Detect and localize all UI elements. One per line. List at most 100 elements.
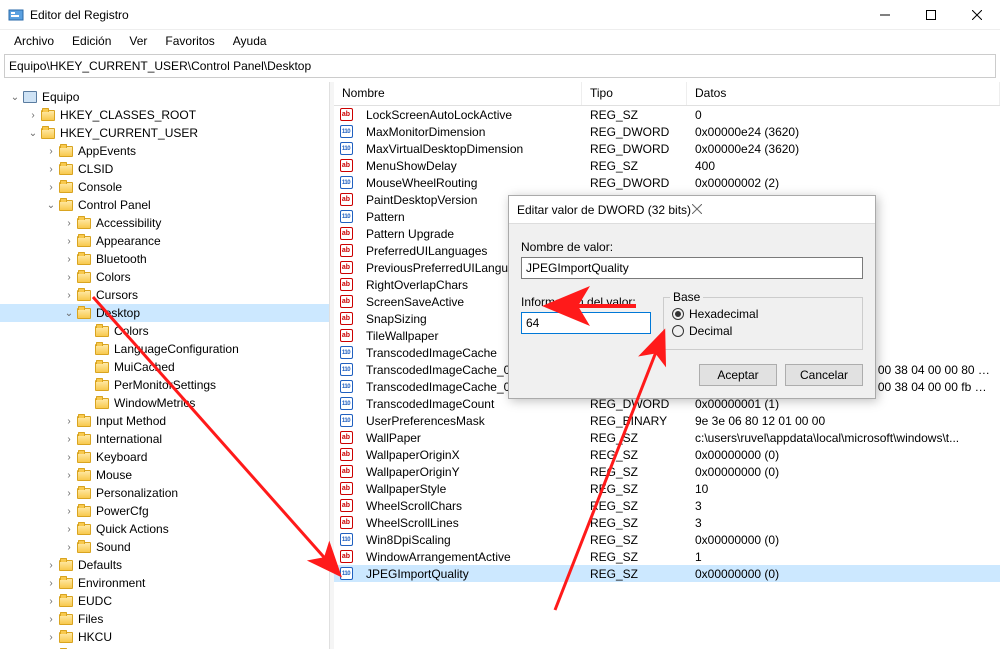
radio-hex[interactable]: Hexadecimal <box>672 307 854 321</box>
chevron-icon[interactable]: ⌄ <box>62 308 76 319</box>
tree-label: Defaults <box>78 558 122 572</box>
data-input[interactable] <box>521 312 651 334</box>
tree-node[interactable]: ›Cursors <box>0 286 329 304</box>
tree-node[interactable]: ›Keyboard <box>0 448 329 466</box>
chevron-icon[interactable]: › <box>62 416 76 427</box>
tree-node[interactable]: ›Accessibility <box>0 214 329 232</box>
chevron-icon[interactable]: › <box>62 290 76 301</box>
value-row[interactable]: abWindowArrangementActiveREG_SZ1 <box>334 548 1000 565</box>
chevron-icon[interactable]: › <box>62 452 76 463</box>
name-input[interactable] <box>521 257 863 279</box>
tree-node[interactable]: LanguageConfiguration <box>0 340 329 358</box>
computer-icon <box>22 90 38 104</box>
chevron-icon[interactable]: › <box>44 596 58 607</box>
tree-label: PowerCfg <box>96 504 149 518</box>
tree-node[interactable]: ⌄Equipo <box>0 88 329 106</box>
tree-node[interactable]: ›Files <box>0 610 329 628</box>
minimize-button[interactable] <box>862 0 908 30</box>
menu-ver[interactable]: Ver <box>121 32 155 50</box>
chevron-icon[interactable]: › <box>44 614 58 625</box>
col-name[interactable]: Nombre <box>334 82 582 105</box>
chevron-icon[interactable]: › <box>62 254 76 265</box>
col-data[interactable]: Datos <box>687 82 1000 105</box>
tree-node[interactable]: ⌄Control Panel <box>0 196 329 214</box>
address-bar[interactable]: Equipo\HKEY_CURRENT_USER\Control Panel\D… <box>4 54 996 78</box>
chevron-icon[interactable]: › <box>44 164 58 175</box>
value-row[interactable]: abMenuShowDelayREG_SZ400 <box>334 157 1000 174</box>
value-row[interactable]: 110Win8DpiScalingREG_SZ0x00000000 (0) <box>334 531 1000 548</box>
menu-archivo[interactable]: Archivo <box>6 32 62 50</box>
dialog-titlebar[interactable]: Editar valor de DWORD (32 bits) <box>509 196 875 224</box>
tree-node[interactable]: ›Colors <box>0 268 329 286</box>
chevron-icon[interactable]: › <box>44 632 58 643</box>
chevron-icon[interactable]: › <box>62 236 76 247</box>
close-button[interactable] <box>954 0 1000 30</box>
tree-node[interactable]: ›International <box>0 430 329 448</box>
tree-node[interactable]: ›HKCU <box>0 628 329 646</box>
menu-ayuda[interactable]: Ayuda <box>225 32 275 50</box>
tree-node[interactable]: ›Personalization <box>0 484 329 502</box>
radio-dec[interactable]: Decimal <box>672 324 854 338</box>
tree-node[interactable]: › PowerCfg <box>0 502 329 520</box>
cancel-button[interactable]: Cancelar <box>785 364 863 386</box>
value-row[interactable]: 110MaxMonitorDimensionREG_DWORD0x00000e2… <box>334 123 1000 140</box>
value-row[interactable]: abWheelScrollLinesREG_SZ3 <box>334 514 1000 531</box>
chevron-icon[interactable]: › <box>26 110 40 121</box>
tree-node[interactable]: ›Input Method <box>0 412 329 430</box>
chevron-icon[interactable]: › <box>62 488 76 499</box>
col-type[interactable]: Tipo <box>582 82 687 105</box>
tree-node[interactable]: ›Sound <box>0 538 329 556</box>
chevron-icon[interactable]: › <box>62 218 76 229</box>
maximize-button[interactable] <box>908 0 954 30</box>
chevron-icon[interactable]: ⌄ <box>44 200 58 211</box>
tree-node[interactable]: ›Keyboard Layout <box>0 646 329 649</box>
chevron-icon[interactable]: › <box>62 470 76 481</box>
tree-node[interactable]: ⌄HKEY_CURRENT_USER <box>0 124 329 142</box>
value-row[interactable]: abWallPaperREG_SZc:\users\ruvel\appdata\… <box>334 429 1000 446</box>
value-row[interactable]: 110JPEGImportQualityREG_SZ0x00000000 (0) <box>334 565 1000 582</box>
tree-node[interactable]: › Defaults <box>0 556 329 574</box>
chevron-icon[interactable]: ⌄ <box>26 128 40 139</box>
tree-node[interactable]: ›EUDC <box>0 592 329 610</box>
value-row[interactable]: abWallpaperOriginXREG_SZ0x00000000 (0) <box>334 446 1000 463</box>
cell-type: REG_DWORD <box>582 125 687 139</box>
value-row[interactable]: abWallpaperOriginYREG_SZ0x00000000 (0) <box>334 463 1000 480</box>
tree-node[interactable]: WindowMetrics <box>0 394 329 412</box>
dialog-close-icon[interactable] <box>692 203 867 217</box>
tree-label: WindowMetrics <box>114 396 195 410</box>
tree-node[interactable]: ›Appearance <box>0 232 329 250</box>
chevron-icon[interactable]: › <box>44 182 58 193</box>
value-row[interactable]: abWheelScrollCharsREG_SZ3 <box>334 497 1000 514</box>
value-row[interactable]: abLockScreenAutoLockActiveREG_SZ0 <box>334 106 1000 123</box>
chevron-icon[interactable]: › <box>62 524 76 535</box>
chevron-icon[interactable]: › <box>62 542 76 553</box>
tree-node[interactable]: ›Console <box>0 178 329 196</box>
menu-edición[interactable]: Edición <box>64 32 119 50</box>
tree-node[interactable]: MuiCached <box>0 358 329 376</box>
binary-icon: 110 <box>338 380 354 394</box>
chevron-icon[interactable]: › <box>62 506 76 517</box>
chevron-icon[interactable]: ⌄ <box>8 92 22 103</box>
tree-node[interactable]: ›CLSID <box>0 160 329 178</box>
ok-button[interactable]: Aceptar <box>699 364 777 386</box>
chevron-icon[interactable]: › <box>62 272 76 283</box>
tree-node[interactable]: ›HKEY_CLASSES_ROOT <box>0 106 329 124</box>
menu-favoritos[interactable]: Favoritos <box>157 32 222 50</box>
value-row[interactable]: 110UserPreferencesMaskREG_BINARY9e 3e 06… <box>334 412 1000 429</box>
chevron-icon[interactable]: › <box>44 146 58 157</box>
tree-node[interactable]: ›Quick Actions <box>0 520 329 538</box>
tree-node[interactable]: ⌄Desktop <box>0 304 329 322</box>
chevron-icon[interactable]: › <box>44 578 58 589</box>
value-row[interactable]: abWallpaperStyleREG_SZ10 <box>334 480 1000 497</box>
tree-node[interactable]: ›AppEvents <box>0 142 329 160</box>
tree-node[interactable]: ›Bluetooth <box>0 250 329 268</box>
tree-node[interactable]: ›Mouse <box>0 466 329 484</box>
value-row[interactable]: 110MaxVirtualDesktopDimensionREG_DWORD0x… <box>334 140 1000 157</box>
chevron-icon[interactable]: › <box>44 560 58 571</box>
tree-node[interactable]: PerMonitorSettings <box>0 376 329 394</box>
tree-node[interactable]: Colors <box>0 322 329 340</box>
chevron-icon[interactable]: › <box>62 434 76 445</box>
tree-pane[interactable]: ⌄Equipo›HKEY_CLASSES_ROOT⌄HKEY_CURRENT_U… <box>0 82 330 649</box>
value-row[interactable]: 110MouseWheelRoutingREG_DWORD0x00000002 … <box>334 174 1000 191</box>
tree-node[interactable]: ›Environment <box>0 574 329 592</box>
